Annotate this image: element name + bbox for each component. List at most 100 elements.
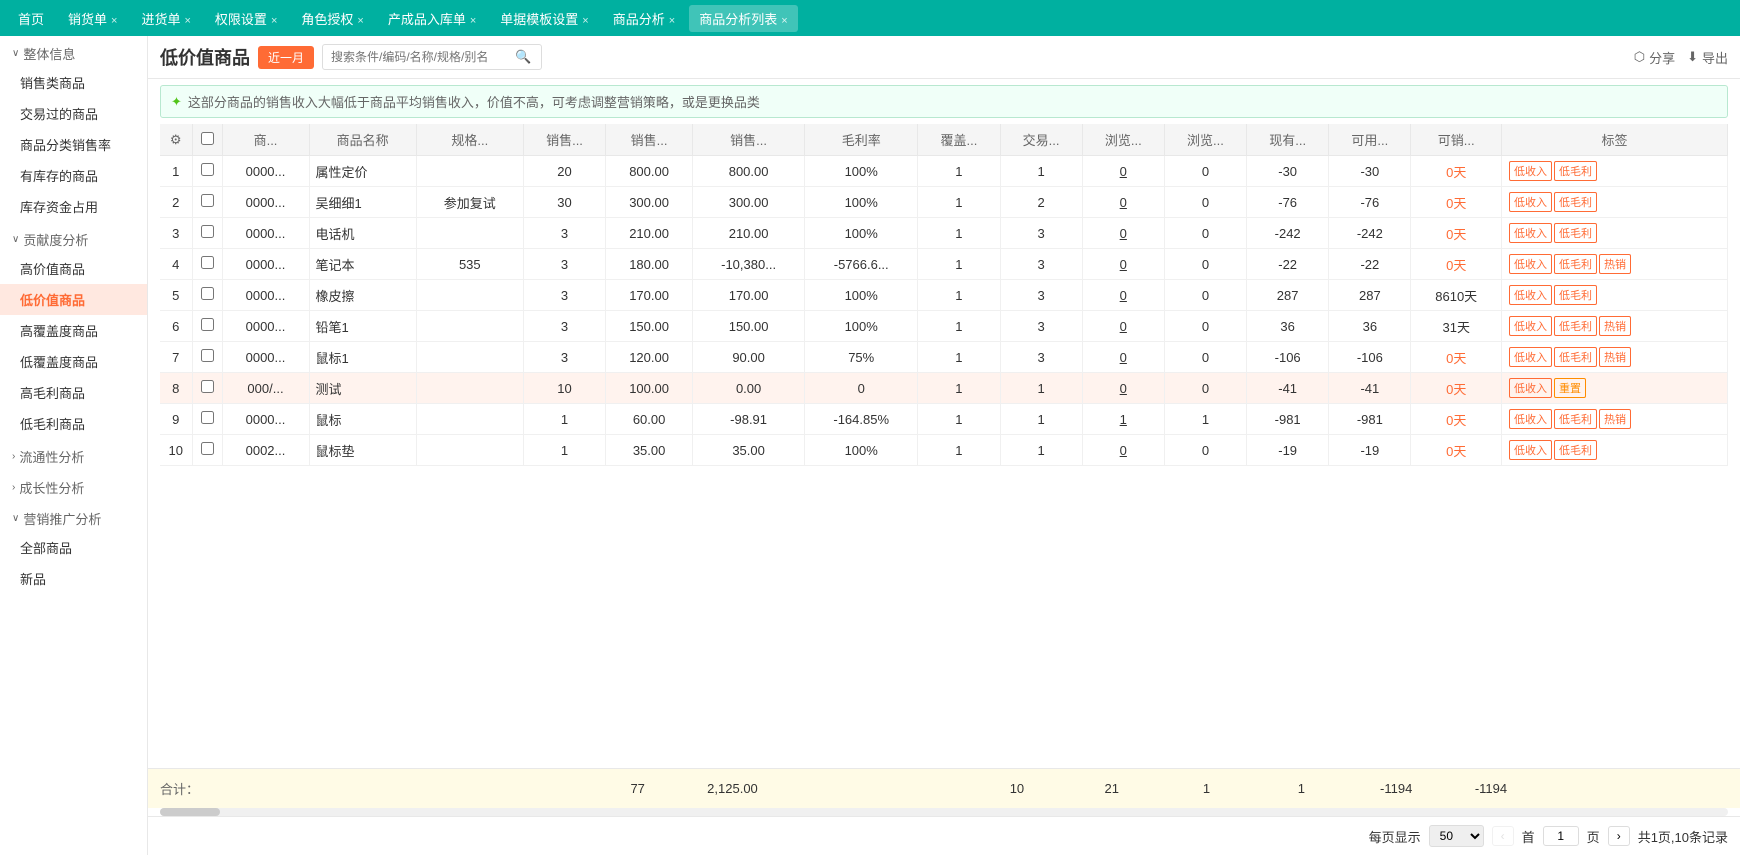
td-check[interactable] xyxy=(192,373,222,404)
td-views[interactable]: 0 xyxy=(1082,218,1164,249)
settings-icon[interactable]: ⚙ xyxy=(170,132,182,147)
filter-recent-month[interactable]: 近一月 xyxy=(258,46,314,69)
nav-sales-order[interactable]: 销货单× xyxy=(58,5,127,32)
table-row: 2 0000... 吴细细1 参加复试 30 300.00 300.00 100… xyxy=(160,187,1728,218)
row-checkbox[interactable] xyxy=(201,411,214,424)
td-trades: 1 xyxy=(1000,156,1082,187)
export-button[interactable]: ⬇ 导出 xyxy=(1687,48,1728,67)
td-check[interactable] xyxy=(192,218,222,249)
td-view-conv: 1 xyxy=(1164,404,1246,435)
row-checkbox[interactable] xyxy=(201,163,214,176)
td-check[interactable] xyxy=(192,342,222,373)
sidebar-item-low-margin[interactable]: 低毛利商品 xyxy=(0,408,147,439)
footer-avail-stock: -1194 xyxy=(1444,781,1539,796)
nav-purchase-order[interactable]: 进货单× xyxy=(131,5,200,32)
td-check[interactable] xyxy=(192,249,222,280)
td-check[interactable] xyxy=(192,187,222,218)
sidebar-item-high-coverage[interactable]: 高覆盖度商品 xyxy=(0,315,147,346)
td-views[interactable]: 0 xyxy=(1082,249,1164,280)
td-views[interactable]: 0 xyxy=(1082,311,1164,342)
views-link[interactable]: 1 xyxy=(1120,412,1127,427)
th-select-all[interactable] xyxy=(192,124,222,156)
td-views[interactable]: 0 xyxy=(1082,156,1164,187)
nav-home[interactable]: 首页 xyxy=(8,5,54,32)
page-number-input[interactable] xyxy=(1543,826,1579,846)
td-margin: 100% xyxy=(805,435,918,466)
nav-permission[interactable]: 权限设置× xyxy=(205,5,287,32)
row-checkbox[interactable] xyxy=(201,287,214,300)
row-checkbox[interactable] xyxy=(201,318,214,331)
sidebar-item-category-sales-rate[interactable]: 商品分类销售率 xyxy=(0,129,147,160)
views-link[interactable]: 0 xyxy=(1120,195,1127,210)
header-actions: ⬡ 分享 ⬇ 导出 xyxy=(1634,48,1728,67)
td-check[interactable] xyxy=(192,311,222,342)
td-qty: 3 xyxy=(523,342,605,373)
sidebar-item-low-value[interactable]: 低价值商品 xyxy=(0,284,147,315)
search-input[interactable] xyxy=(331,50,511,64)
views-link[interactable]: 0 xyxy=(1120,257,1127,272)
select-all-checkbox[interactable] xyxy=(201,132,214,145)
sidebar-group-growth[interactable]: › 成长性分析 xyxy=(0,470,147,501)
data-table: ⚙ 商... 商品名称 规格... 销售... 销售... 销售... 毛利率 … xyxy=(160,124,1728,466)
sidebar-group-marketing[interactable]: ∨ 营销推广分析 xyxy=(0,501,147,532)
td-views[interactable]: 0 xyxy=(1082,342,1164,373)
th-settings[interactable]: ⚙ xyxy=(160,124,192,156)
row-checkbox[interactable] xyxy=(201,442,214,455)
sidebar-item-low-coverage[interactable]: 低覆盖度商品 xyxy=(0,346,147,377)
td-views[interactable]: 0 xyxy=(1082,187,1164,218)
tag-badge: 低收入 xyxy=(1509,223,1552,243)
row-checkbox[interactable] xyxy=(201,349,214,362)
td-num: 6 xyxy=(160,311,192,342)
nav-product-analysis-list[interactable]: 商品分析列表× xyxy=(689,5,797,32)
search-bar[interactable]: 🔍 xyxy=(322,44,542,70)
sidebar-group-overall[interactable]: ∨ 整体信息 xyxy=(0,36,147,67)
td-views[interactable]: 1 xyxy=(1082,404,1164,435)
nav-template[interactable]: 单据模板设置× xyxy=(490,5,598,32)
sidebar-item-new-goods[interactable]: 新品 xyxy=(0,563,147,594)
td-check[interactable] xyxy=(192,404,222,435)
row-checkbox[interactable] xyxy=(201,256,214,269)
td-days: 0天 xyxy=(1411,373,1502,404)
td-check[interactable] xyxy=(192,280,222,311)
views-link[interactable]: 0 xyxy=(1120,226,1127,241)
sidebar-item-high-margin[interactable]: 高毛利商品 xyxy=(0,377,147,408)
row-checkbox[interactable] xyxy=(201,225,214,238)
td-spec xyxy=(416,435,523,466)
sidebar-group-contribution[interactable]: ∨ 贡献度分析 xyxy=(0,222,147,253)
views-link[interactable]: 0 xyxy=(1120,443,1127,458)
td-views[interactable]: 0 xyxy=(1082,280,1164,311)
views-link[interactable]: 0 xyxy=(1120,319,1127,334)
next-page-btn[interactable]: › xyxy=(1608,826,1630,846)
td-margin: 100% xyxy=(805,280,918,311)
nav-product-inbound[interactable]: 产成品入库单× xyxy=(378,5,486,32)
tag-badge: 低收入 xyxy=(1509,440,1552,460)
sidebar-item-traded-goods[interactable]: 交易过的商品 xyxy=(0,98,147,129)
views-link[interactable]: 0 xyxy=(1120,350,1127,365)
page-size-select[interactable]: 50 100 200 xyxy=(1429,825,1484,847)
views-link[interactable]: 0 xyxy=(1120,288,1127,303)
td-avail-stock: -22 xyxy=(1329,249,1411,280)
td-margin: 100% xyxy=(805,218,918,249)
first-page-btn[interactable]: ‹ xyxy=(1492,826,1514,846)
td-check[interactable] xyxy=(192,156,222,187)
sidebar-item-all-goods[interactable]: 全部商品 xyxy=(0,532,147,563)
nav-role-auth[interactable]: 角色授权× xyxy=(291,5,373,32)
table-container[interactable]: ⚙ 商... 商品名称 规格... 销售... 销售... 销售... 毛利率 … xyxy=(148,124,1740,768)
sidebar-item-stock-capital[interactable]: 库存资金占用 xyxy=(0,191,147,222)
sidebar-group-circulation[interactable]: › 流通性分析 xyxy=(0,439,147,470)
sidebar-item-high-value[interactable]: 高价值商品 xyxy=(0,253,147,284)
row-checkbox[interactable] xyxy=(201,194,214,207)
views-link[interactable]: 0 xyxy=(1120,381,1127,396)
td-check[interactable] xyxy=(192,435,222,466)
td-views[interactable]: 0 xyxy=(1082,435,1164,466)
row-checkbox[interactable] xyxy=(201,380,214,393)
views-link[interactable]: 0 xyxy=(1120,164,1127,179)
sidebar-item-stock-goods[interactable]: 有库存的商品 xyxy=(0,160,147,191)
td-qty: 30 xyxy=(523,187,605,218)
td-name: 铅笔1 xyxy=(309,311,416,342)
nav-product-analysis[interactable]: 商品分析× xyxy=(603,5,685,32)
td-views[interactable]: 0 xyxy=(1082,373,1164,404)
sidebar-item-sales-goods[interactable]: 销售类商品 xyxy=(0,67,147,98)
share-icon: ⬡ xyxy=(1634,49,1645,65)
share-button[interactable]: ⬡ 分享 xyxy=(1634,48,1675,67)
